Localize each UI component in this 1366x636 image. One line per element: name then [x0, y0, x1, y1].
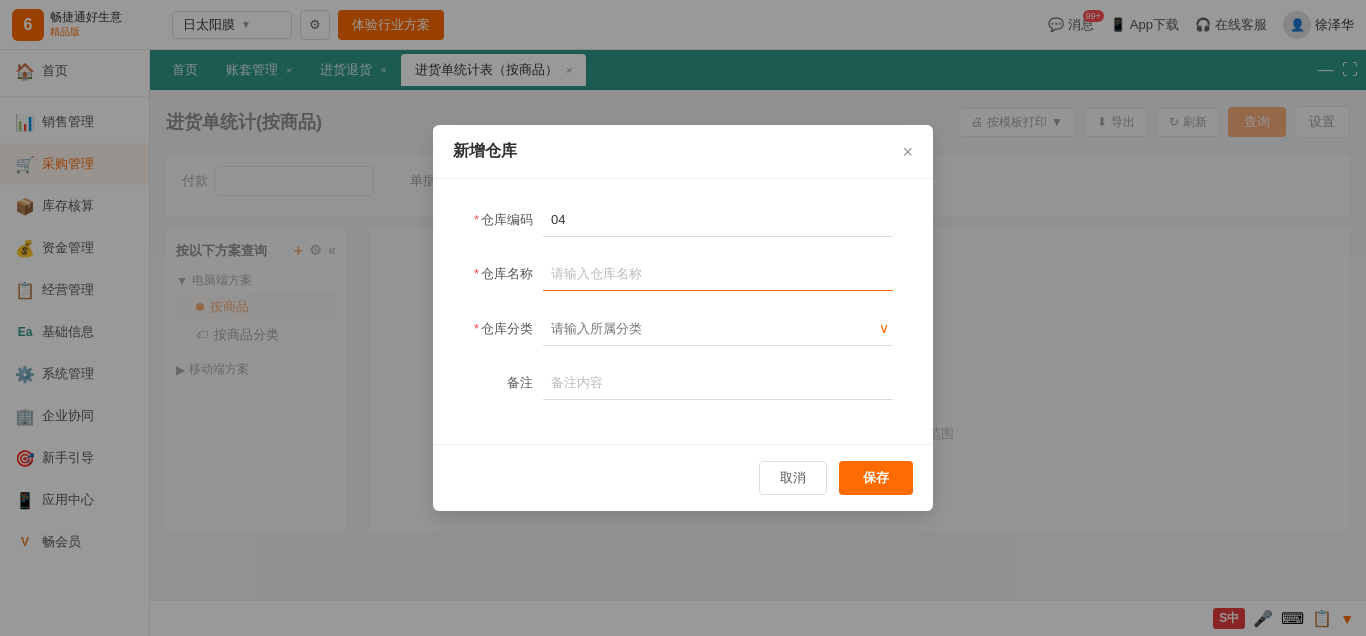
category-dropdown-icon: ∨ [879, 320, 893, 336]
required-star-2: * [474, 266, 479, 281]
modal-overlay[interactable]: 新增仓库 × *仓库编码 *仓库名称 *仓库分类 [0, 0, 1366, 636]
warehouse-name-input[interactable] [543, 257, 893, 291]
form-row-remarks: 备注 [473, 366, 893, 400]
modal-title: 新增仓库 [453, 141, 517, 162]
save-button[interactable]: 保存 [839, 461, 913, 495]
warehouse-category-label: *仓库分类 [473, 320, 543, 338]
modal-footer: 取消 保存 [433, 444, 933, 511]
required-star-3: * [474, 321, 479, 336]
modal-close-button[interactable]: × [902, 143, 913, 161]
modal-body: *仓库编码 *仓库名称 *仓库分类 ∨ [433, 179, 933, 444]
remarks-label: 备注 [473, 374, 543, 392]
modal-header: 新增仓库 × [433, 125, 933, 179]
form-row-warehouse-category: *仓库分类 ∨ [473, 311, 893, 346]
form-row-warehouse-name: *仓库名称 [473, 257, 893, 291]
warehouse-code-input[interactable] [543, 203, 893, 237]
cancel-button[interactable]: 取消 [759, 461, 827, 495]
warehouse-name-label: *仓库名称 [473, 265, 543, 283]
warehouse-category-input[interactable] [543, 311, 879, 345]
warehouse-code-label: *仓库编码 [473, 211, 543, 229]
warehouse-category-select[interactable]: ∨ [543, 311, 893, 346]
form-row-warehouse-code: *仓库编码 [473, 203, 893, 237]
add-warehouse-modal: 新增仓库 × *仓库编码 *仓库名称 *仓库分类 [433, 125, 933, 511]
remarks-input[interactable] [543, 366, 893, 400]
required-star-1: * [474, 212, 479, 227]
